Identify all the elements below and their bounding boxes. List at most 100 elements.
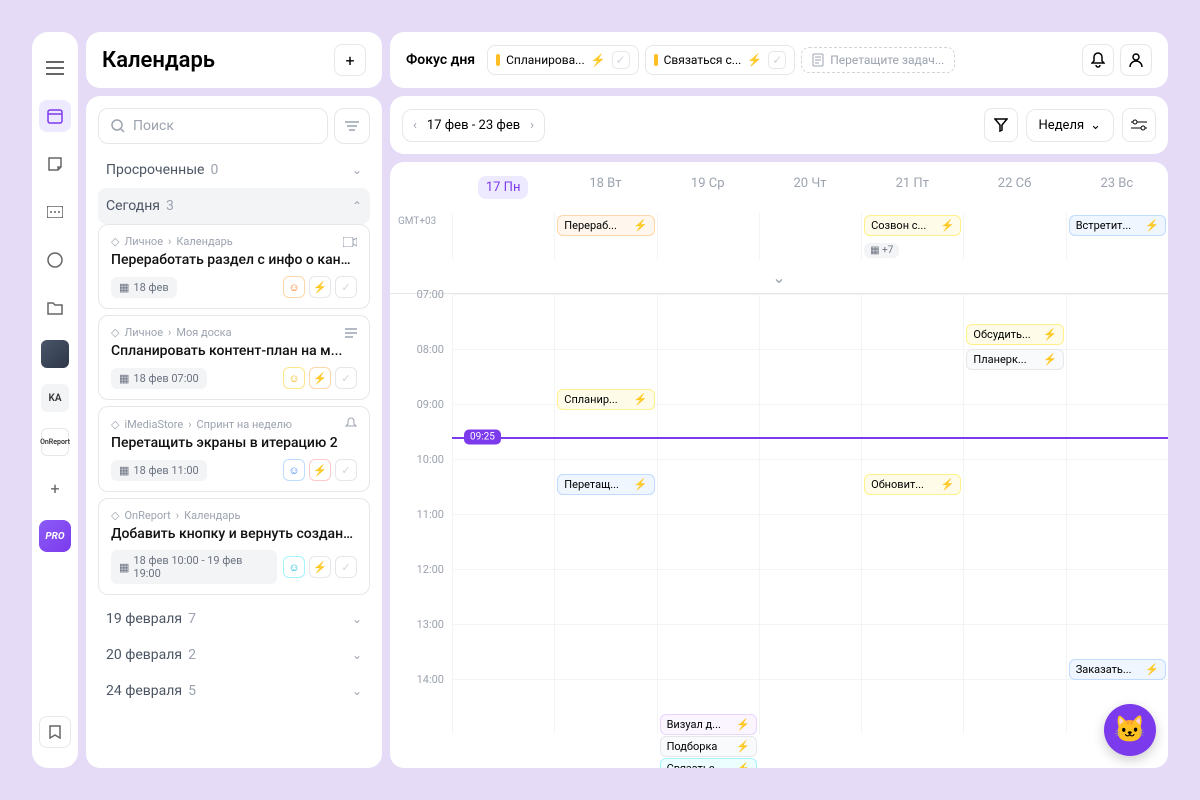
- calendar-event[interactable]: Обновит...⚡: [864, 474, 961, 495]
- day-column[interactable]: Обсудить...⚡ Планерк...⚡: [963, 294, 1065, 734]
- allday-cell[interactable]: [452, 213, 554, 260]
- chat-nav-icon[interactable]: [39, 244, 71, 276]
- day-header[interactable]: 20 Чт: [759, 176, 861, 199]
- day-header[interactable]: 21 Пт: [861, 176, 963, 199]
- next-icon[interactable]: ›: [530, 118, 534, 133]
- notifications-icon[interactable]: [1082, 44, 1114, 76]
- person-icon: ◇: [111, 235, 119, 248]
- task-card[interactable]: ◇ OnReport › Календарь Добавить кнопку и…: [98, 498, 370, 595]
- settings-icon[interactable]: [1122, 108, 1156, 142]
- section-label: 20 февраля: [106, 647, 182, 663]
- day-column[interactable]: Визуал д...⚡Подборка⚡Связатьс...⚡Редакти…: [657, 294, 759, 734]
- crumb-2: Спринт на неделю: [197, 418, 292, 431]
- allday-event[interactable]: Перераб...⚡: [557, 215, 654, 236]
- day-column[interactable]: Спланир...⚡ Перетащ...⚡: [554, 294, 656, 734]
- day-column[interactable]: Обновит...⚡: [861, 294, 963, 734]
- zap-icon[interactable]: ⚡: [309, 459, 331, 481]
- check-icon[interactable]: ✓: [335, 276, 357, 298]
- focus-task-2[interactable]: Связаться с... ⚡ ✓: [645, 45, 796, 75]
- calendar-event[interactable]: Заказать...⚡: [1069, 659, 1166, 680]
- chevron-down-icon: ⌄: [352, 612, 362, 626]
- task-card[interactable]: ◇ Личное › Моя доска Спланировать контен…: [98, 315, 370, 400]
- filter-icon[interactable]: [984, 108, 1018, 142]
- sort-icon[interactable]: [334, 108, 370, 144]
- day-header[interactable]: 18 Вт: [554, 176, 656, 199]
- status-icon[interactable]: ☺: [283, 556, 305, 578]
- allday-cell[interactable]: [759, 213, 861, 260]
- section-d20[interactable]: 20 февраля 2 ⌄: [98, 637, 370, 673]
- event-label: Встретит...: [1076, 219, 1131, 232]
- note-nav-icon[interactable]: [39, 148, 71, 180]
- expand-allday-icon[interactable]: ⌄: [390, 266, 1168, 294]
- calendar-event[interactable]: Спланир...⚡: [557, 389, 654, 410]
- focus-drop-zone[interactable]: Перетащите задач...: [801, 47, 955, 73]
- workspace-onreport[interactable]: OnReport: [41, 428, 69, 456]
- focus-label: Фокус дня: [406, 52, 475, 68]
- check-icon[interactable]: ✓: [335, 556, 357, 578]
- chevron-down-icon: ⌄: [352, 163, 362, 177]
- check-icon[interactable]: ✓: [335, 459, 357, 481]
- allday-event[interactable]: Встретит...⚡: [1069, 215, 1166, 236]
- section-d19[interactable]: 19 февраля 7 ⌄: [98, 601, 370, 637]
- add-workspace-icon[interactable]: +: [39, 472, 71, 504]
- zap-icon[interactable]: ⚡: [309, 367, 331, 389]
- day-header[interactable]: 19 Ср: [657, 176, 759, 199]
- more-events-badge[interactable]: ▦ +7: [864, 243, 899, 258]
- bookmark-icon[interactable]: [39, 716, 71, 748]
- calendar-event[interactable]: Обсудить...⚡: [966, 324, 1063, 345]
- event-label: Созвон с...: [871, 219, 926, 232]
- calendar-event[interactable]: Подборка⚡: [660, 736, 757, 757]
- allday-cell[interactable]: Встретит...⚡: [1066, 213, 1168, 260]
- task-card[interactable]: ◇ Личное › Календарь Переработать раздел…: [98, 224, 370, 309]
- allday-cell[interactable]: Созвон с...⚡ ▦ +7: [861, 213, 963, 260]
- zap-icon: ⚡: [747, 53, 762, 67]
- zap-icon[interactable]: ⚡: [309, 556, 331, 578]
- view-select[interactable]: Неделя ⌄: [1026, 109, 1114, 142]
- calendar-event[interactable]: Перетащ...⚡: [557, 474, 654, 495]
- status-icon[interactable]: ☺: [283, 459, 305, 481]
- zap-icon[interactable]: ⚡: [309, 276, 331, 298]
- prev-icon[interactable]: ‹: [413, 118, 417, 133]
- allday-cell[interactable]: [657, 213, 759, 260]
- event-label: Визуал д...: [667, 718, 721, 731]
- folder-nav-icon[interactable]: [39, 292, 71, 324]
- profile-icon[interactable]: [1120, 44, 1152, 76]
- add-button[interactable]: +: [334, 44, 366, 76]
- day-column[interactable]: [452, 294, 554, 734]
- section-label: 24 февраля: [106, 683, 182, 699]
- check-icon[interactable]: ✓: [335, 367, 357, 389]
- menu-icon[interactable]: [39, 52, 71, 84]
- event-label: Заказать...: [1076, 663, 1132, 676]
- allday-cell[interactable]: Перераб...⚡: [554, 213, 656, 260]
- status-icon[interactable]: ☺: [283, 276, 305, 298]
- section-today[interactable]: Сегодня 3 ⌃: [98, 188, 370, 224]
- section-overdue[interactable]: Просроченные 0 ⌄: [98, 152, 370, 188]
- day-header[interactable]: 22 Сб: [963, 176, 1065, 199]
- status-icon[interactable]: ☺: [283, 367, 305, 389]
- assistant-avatar[interactable]: 🐱: [1104, 704, 1156, 756]
- day-header[interactable]: 23 Вс: [1066, 176, 1168, 199]
- check-icon[interactable]: ✓: [768, 51, 786, 69]
- event-label: Перераб...: [564, 219, 617, 232]
- calendar-event[interactable]: Визуал д...⚡: [660, 714, 757, 735]
- day-column[interactable]: Заказать...⚡: [1066, 294, 1168, 734]
- calendar-event[interactable]: Планерк...⚡: [966, 349, 1063, 370]
- workspace-ka[interactable]: KA: [41, 384, 69, 412]
- board-nav-icon[interactable]: [39, 196, 71, 228]
- day-header[interactable]: 17 Пн: [452, 176, 554, 199]
- task-card[interactable]: ◇ iMediaStore › Спринт на неделю Перетащ…: [98, 406, 370, 492]
- pro-badge[interactable]: PRO: [39, 520, 71, 552]
- check-icon[interactable]: ✓: [612, 51, 630, 69]
- allday-event[interactable]: Созвон с...⚡: [864, 215, 961, 236]
- focus-task-1[interactable]: Спланирова... ⚡ ✓: [487, 45, 638, 75]
- task-type-icon: [345, 328, 357, 338]
- workspace-image[interactable]: [41, 340, 69, 368]
- time-label: 11:00: [390, 508, 452, 563]
- search-input[interactable]: Поиск: [98, 108, 328, 144]
- allday-cell[interactable]: [963, 213, 1065, 260]
- event-label: Перетащ...: [564, 478, 619, 491]
- section-d24[interactable]: 24 февраля 5 ⌄: [98, 673, 370, 709]
- calendar-nav-icon[interactable]: [39, 100, 71, 132]
- calendar-event[interactable]: Связатьс...⚡: [660, 758, 757, 768]
- day-column[interactable]: [759, 294, 861, 734]
